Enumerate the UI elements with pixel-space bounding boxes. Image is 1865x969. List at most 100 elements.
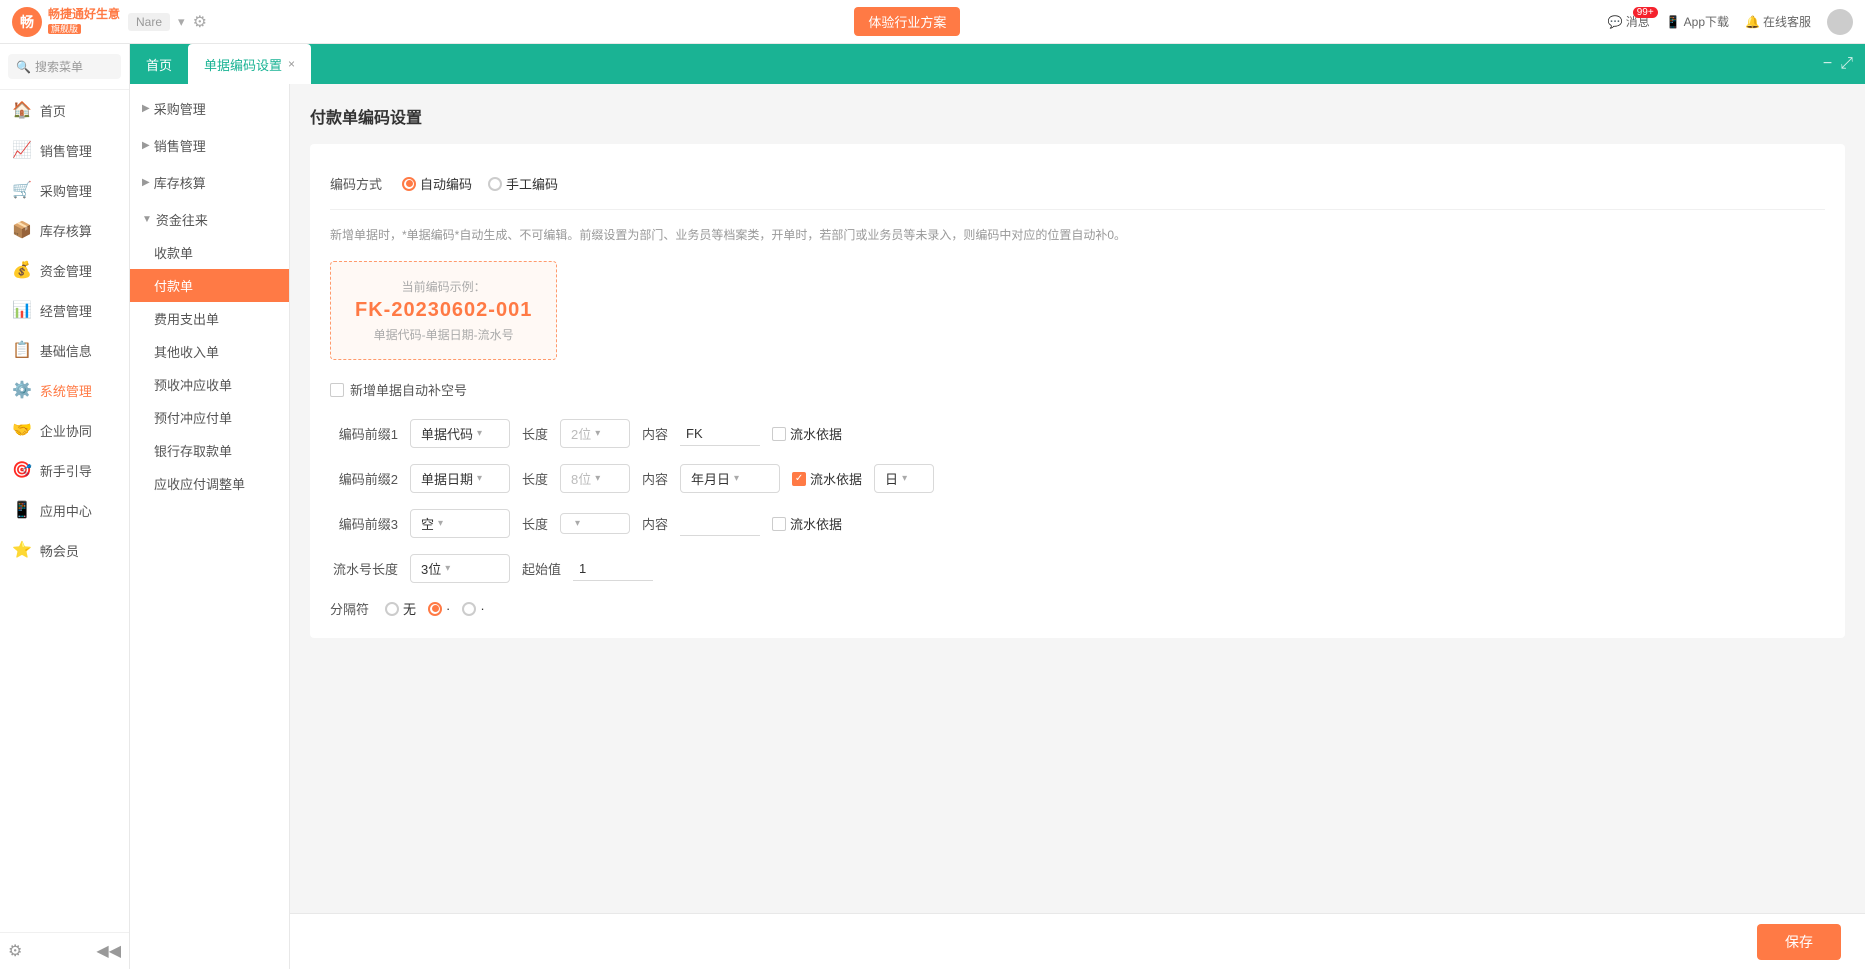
manual-encode-radio[interactable] [488, 177, 502, 191]
sub-group-inventory-title[interactable]: ▶ 库存核算 [130, 166, 289, 199]
sales-icon: 📈 [12, 140, 32, 160]
sep-none-radio[interactable] [385, 602, 399, 616]
separator-row: 分隔符 无 · [330, 599, 1825, 618]
example-box: 当前编码示例： FK-20230602-001 单据代码-单据日期-流水号 [330, 261, 557, 360]
sidebar-item-purchase[interactable]: 🛒 采购管理 [0, 170, 129, 210]
settings-bottom-icon[interactable]: ⚙ [8, 941, 22, 961]
sidebar-item-member[interactable]: ⭐ 畅会员 [0, 530, 129, 570]
tab-close-icon[interactable]: × [288, 57, 295, 71]
arrow-right-icon3: ▶ [142, 177, 150, 188]
length2-select[interactable]: 8位 ▾ [560, 464, 630, 493]
sub-group-inventory-label: 库存核算 [154, 173, 206, 192]
save-button[interactable]: 保存 [1757, 924, 1841, 960]
arrow-right-icon: ▶ [142, 103, 150, 114]
prefix3-select[interactable]: 空 ▾ [410, 509, 510, 538]
user-avatar[interactable] [1827, 9, 1853, 35]
flow2-option-select[interactable]: 日 ▾ [874, 464, 934, 493]
content3-input[interactable] [680, 512, 760, 536]
search-menu-button[interactable]: 🔍 搜索菜单 [8, 54, 121, 79]
tab-home[interactable]: 首页 [130, 44, 188, 84]
app-download-btn[interactable]: 📱 App下载 [1666, 13, 1729, 30]
minimize-icon[interactable]: − [1823, 55, 1832, 73]
sub-item-expense[interactable]: 费用支出单 [130, 302, 289, 335]
sub-group-capital: ▼ 资金往来 收款单 付款单 费用支出单 其他收入单 预收冲应收单 预付冲应付单… [130, 203, 289, 500]
sidebar-label-finance: 资金管理 [40, 261, 92, 280]
sep-none-option[interactable]: 无 [385, 599, 416, 618]
prefix1-select[interactable]: 单据代码 ▾ [410, 419, 510, 448]
serial-length-label: 流水号长度 [330, 559, 398, 578]
sidebar-item-business[interactable]: 📊 经营管理 [0, 290, 129, 330]
search-label: 搜索菜单 [35, 58, 83, 75]
sub-item-receipt[interactable]: 收款单 [130, 236, 289, 269]
content2-arrow: ▾ [734, 473, 739, 484]
auto-fill-checkbox[interactable] [330, 383, 344, 397]
sub-item-payment[interactable]: 付款单 [130, 269, 289, 302]
tab-current[interactable]: 单据编码设置 × [188, 44, 311, 84]
expand-icon[interactable]: ⤢ [1840, 55, 1853, 73]
sub-group-sales: ▶ 销售管理 [130, 129, 289, 162]
start-value-input[interactable] [573, 557, 653, 581]
sidebar-label-enterprise: 企业协同 [40, 421, 92, 440]
manual-encode-label: 手工编码 [506, 174, 558, 193]
header-left: 畅 畅捷通好生意 旗舰版 Nare ▾ ⚙ [12, 7, 207, 37]
sub-item-other-income[interactable]: 其他收入单 [130, 335, 289, 368]
sidebar-item-enterprise[interactable]: 🤝 企业协同 [0, 410, 129, 450]
sub-group-sales-title[interactable]: ▶ 销售管理 [130, 129, 289, 162]
sub-group-purchase-title[interactable]: ▶ 采购管理 [130, 92, 289, 125]
sub-item-bank[interactable]: 银行存取款单 [130, 434, 289, 467]
dropdown-arrow[interactable]: ▾ [178, 14, 185, 30]
prefix1-arrow: ▾ [477, 428, 482, 439]
auto-encode-radio[interactable] [402, 177, 416, 191]
length1-select[interactable]: 2位 ▾ [560, 419, 630, 448]
sub-group-purchase: ▶ 采购管理 [130, 92, 289, 125]
sep-dot-option[interactable]: · [428, 601, 450, 616]
collapse-icon[interactable]: ◀◀ [96, 941, 121, 961]
flow3-checkbox[interactable] [772, 517, 786, 531]
length2-arrow: ▾ [595, 473, 600, 484]
sidebar-label-business: 经营管理 [40, 301, 92, 320]
trial-button[interactable]: 体验行业方案 [854, 7, 960, 36]
message-btn[interactable]: 💬 消息 99+ [1608, 13, 1650, 30]
auto-encode-option[interactable]: 自动编码 [402, 174, 472, 193]
length3-select[interactable]: ▾ [560, 513, 630, 534]
online-service-btn[interactable]: 🔔 在线客服 [1745, 13, 1811, 30]
sep-dot-radio[interactable] [428, 602, 442, 616]
sub-item-adjust[interactable]: 应收应付调整单 [130, 467, 289, 500]
sidebar-item-apps[interactable]: 📱 应用中心 [0, 490, 129, 530]
encode-radio-group: 自动编码 手工编码 [402, 174, 558, 193]
sub-group-capital-title[interactable]: ▼ 资金往来 [130, 203, 289, 236]
sidebar-item-sales[interactable]: 📈 销售管理 [0, 130, 129, 170]
guide-icon: 🎯 [12, 460, 32, 480]
flow2-option-value: 日 [885, 469, 898, 488]
sep-none-label: 无 [403, 599, 416, 618]
purchase-icon: 🛒 [12, 180, 32, 200]
sidebar-label-system: 系统管理 [40, 381, 92, 400]
sidebar-item-guide[interactable]: 🎯 新手引导 [0, 450, 129, 490]
flow3-label: 流水依据 [790, 514, 842, 533]
sidebar-search-area[interactable]: 🔍 搜索菜单 [0, 44, 129, 90]
content2-select[interactable]: 年月日 ▾ [680, 464, 780, 493]
content1-input[interactable] [680, 422, 760, 446]
search-icon: 🔍 [16, 60, 31, 74]
flow1-checkbox[interactable] [772, 427, 786, 441]
sidebar-label-purchase: 采购管理 [40, 181, 92, 200]
serial-length-arrow: ▾ [445, 563, 450, 574]
sub-item-pre-receive[interactable]: 预收冲应收单 [130, 368, 289, 401]
sidebar-item-system[interactable]: ⚙️ 系统管理 [0, 370, 129, 410]
sidebar-item-inventory[interactable]: 📦 库存核算 [0, 210, 129, 250]
sidebar-item-basic[interactable]: 📋 基础信息 [0, 330, 129, 370]
settings-icon[interactable]: ⚙ [193, 12, 207, 32]
sep-hyphen-radio[interactable] [462, 602, 476, 616]
flow2-checkbox[interactable]: ✓ [792, 472, 806, 486]
manual-encode-option[interactable]: 手工编码 [488, 174, 558, 193]
encode-method-row: 编码方式 自动编码 手工编码 [330, 164, 1825, 210]
serial-length-select[interactable]: 3位 ▾ [410, 554, 510, 583]
prefix2-select[interactable]: 单据日期 ▾ [410, 464, 510, 493]
sep-hyphen-option[interactable]: · [462, 601, 484, 616]
sidebar-item-finance[interactable]: 💰 资金管理 [0, 250, 129, 290]
sidebar-label-sales: 销售管理 [40, 141, 92, 160]
sub-item-pre-pay[interactable]: 预付冲应付单 [130, 401, 289, 434]
sidebar-label-basic: 基础信息 [40, 341, 92, 360]
example-label: 当前编码示例： [355, 278, 532, 295]
sidebar-item-home[interactable]: 🏠 首页 [0, 90, 129, 130]
